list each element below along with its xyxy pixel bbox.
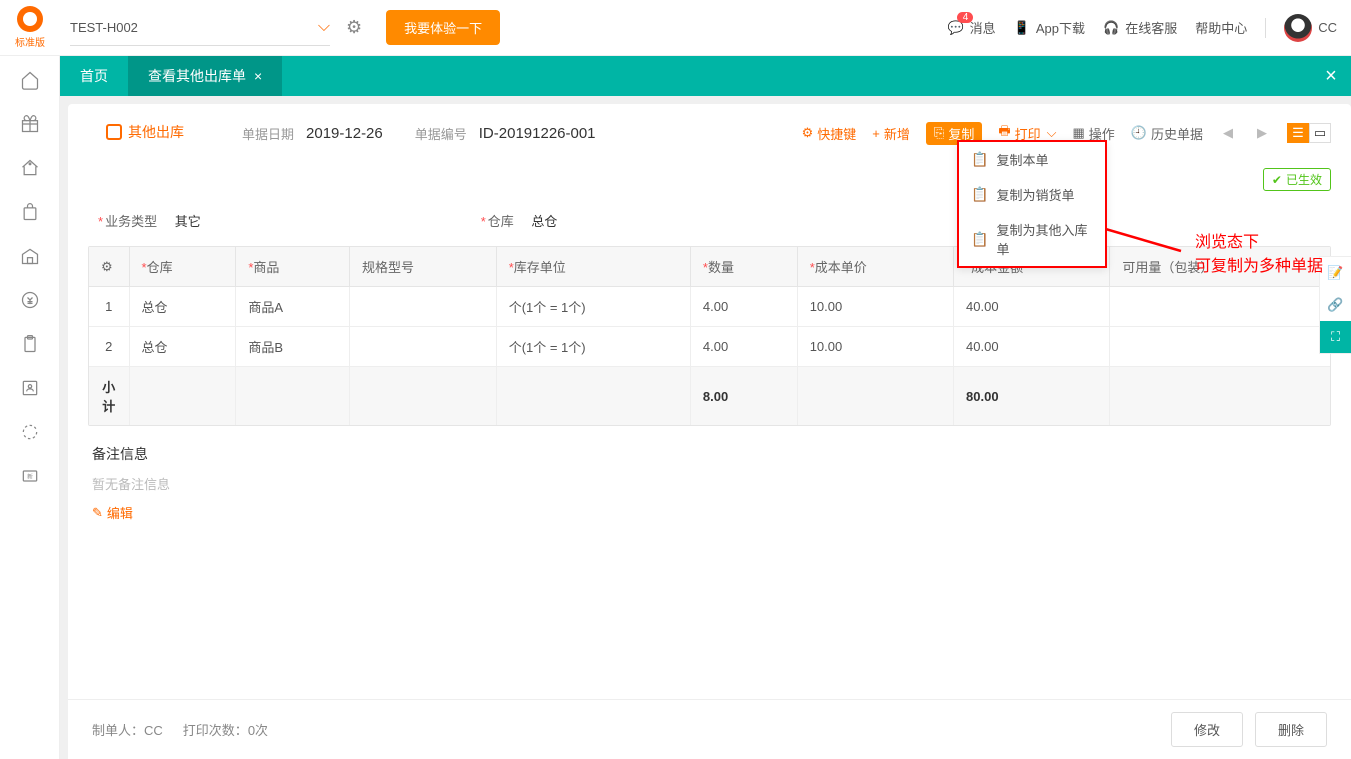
top-header: 标准版 TEST-H002 ⌵ ⚙ 我要体验一下 💬 消息 4 📱 App下载 … bbox=[0, 0, 1351, 56]
tabs-bar: 首页 查看其他出库单 × × bbox=[60, 56, 1351, 96]
link-icon[interactable]: 🔗 bbox=[1320, 289, 1351, 321]
col-unit: *库存单位 bbox=[496, 247, 690, 287]
copy-dropdown: 📋复制本单 📋复制为销货单 📋复制为其他入库单 bbox=[957, 140, 1107, 268]
col-warehouse: *仓库 bbox=[129, 247, 236, 287]
money-icon[interactable] bbox=[20, 290, 40, 310]
close-icon[interactable]: × bbox=[254, 68, 262, 84]
modify-button[interactable]: 修改 bbox=[1171, 712, 1243, 747]
date-label: 单据日期 bbox=[242, 124, 294, 143]
headset-icon: 🎧 bbox=[1103, 20, 1119, 36]
tab-home[interactable]: 首页 bbox=[60, 56, 128, 96]
doc-header: 其他出库 单据日期 2019-12-26 单据编号 ID-20191226-00… bbox=[68, 104, 1351, 154]
id-label: 单据编号 bbox=[415, 124, 467, 143]
doc-icon bbox=[106, 124, 122, 140]
subtotal-row: 小计 8.00 80.00 bbox=[89, 367, 1330, 426]
col-cost-price: *成本单价 bbox=[797, 247, 953, 287]
close-all-tabs[interactable]: × bbox=[1311, 56, 1351, 96]
warehouse-icon[interactable] bbox=[20, 246, 40, 266]
doc-icon: 📋 bbox=[971, 186, 988, 203]
next-arrow-icon[interactable]: ▶ bbox=[1253, 125, 1271, 141]
company-name: TEST-H002 bbox=[70, 20, 138, 35]
settings-icon[interactable]: ⚙ bbox=[346, 17, 362, 38]
house-icon[interactable] bbox=[20, 158, 40, 178]
home-icon[interactable] bbox=[20, 70, 40, 90]
contact-icon[interactable] bbox=[20, 378, 40, 398]
logo-text: 标准版 bbox=[0, 34, 60, 49]
remarks-section: 备注信息 暂无备注信息 ✎ 编辑 bbox=[68, 426, 1351, 540]
avatar bbox=[1284, 14, 1312, 42]
col-available: 可用量（包装） bbox=[1110, 247, 1330, 287]
date-value: 2019-12-26 bbox=[306, 125, 383, 142]
col-spec: 规格型号 bbox=[349, 247, 496, 287]
logo-icon bbox=[17, 6, 43, 32]
id-value: ID-20191226-001 bbox=[479, 125, 596, 142]
logo[interactable]: 标准版 bbox=[0, 6, 60, 49]
online-service-link[interactable]: 🎧 在线客服 bbox=[1103, 18, 1177, 37]
edit-remarks-link[interactable]: ✎ 编辑 bbox=[92, 503, 1327, 522]
col-product: *商品 bbox=[236, 247, 350, 287]
chevron-down-icon: ⌵ bbox=[318, 18, 330, 36]
svg-text:新: 新 bbox=[27, 473, 33, 481]
new-icon[interactable]: 新 bbox=[20, 466, 40, 486]
edit-icon: ✎ bbox=[92, 505, 103, 521]
refresh-icon[interactable] bbox=[20, 422, 40, 442]
warehouse-field: *仓库 总仓 bbox=[481, 211, 558, 230]
clipboard-icon[interactable] bbox=[20, 334, 40, 354]
remarks-placeholder: 暂无备注信息 bbox=[92, 474, 1327, 493]
doc-title-tab[interactable]: 其他出库 bbox=[88, 112, 202, 154]
copy-as-inbound[interactable]: 📋复制为其他入库单 bbox=[959, 212, 1105, 266]
status-badge: ✔ 已生效 bbox=[1263, 168, 1331, 191]
history-icon: 🕘 bbox=[1131, 125, 1147, 141]
right-float-bar: 📝 🔗 ⛶ bbox=[1319, 256, 1351, 354]
experience-button[interactable]: 我要体验一下 bbox=[386, 10, 500, 45]
user-menu[interactable]: CC bbox=[1284, 14, 1337, 42]
row-settings-header[interactable]: ⚙ bbox=[89, 247, 129, 287]
company-select[interactable]: TEST-H002 ⌵ bbox=[70, 10, 330, 46]
gear-icon: ⚙ bbox=[802, 125, 814, 141]
note-icon[interactable]: 📝 bbox=[1320, 257, 1351, 289]
bag-icon[interactable] bbox=[20, 202, 40, 222]
doc-icon: 📋 bbox=[971, 151, 988, 168]
doc-icon: 📋 bbox=[971, 231, 988, 248]
plus-icon: + bbox=[872, 126, 880, 141]
app-download-link[interactable]: 📱 App下载 bbox=[1014, 18, 1085, 37]
copy-this-doc[interactable]: 📋复制本单 bbox=[959, 142, 1105, 177]
messages-link[interactable]: 💬 消息 4 bbox=[947, 18, 995, 37]
card-view-toggle[interactable]: ▭ bbox=[1309, 123, 1331, 143]
content-area: 首页 查看其他出库单 × × 其他出库 单据日期 2019-12-26 bbox=[60, 56, 1351, 759]
shortcut-action[interactable]: ⚙快捷键 bbox=[802, 124, 857, 143]
chevron-down-icon: ⌵ bbox=[1047, 125, 1057, 141]
data-table: ⚙ *仓库 *商品 规格型号 *库存单位 *数量 *成本单价 *成本金额 可用量… bbox=[88, 246, 1331, 426]
add-action[interactable]: +新增 bbox=[872, 124, 910, 143]
col-qty: *数量 bbox=[690, 247, 797, 287]
expand-icon[interactable]: ⛶ bbox=[1320, 321, 1351, 353]
message-badge: 4 bbox=[957, 12, 973, 23]
grid-icon: ▦ bbox=[1072, 125, 1084, 141]
history-action[interactable]: 🕘历史单据 bbox=[1131, 124, 1203, 143]
copy-as-sales[interactable]: 📋复制为销货单 bbox=[959, 177, 1105, 212]
table-row[interactable]: 2 总仓 商品B 个(1个 = 1个) 4.00 10.00 40.00 bbox=[89, 327, 1330, 367]
biz-type-field: *业务类型 其它 bbox=[98, 211, 201, 230]
prev-arrow-icon[interactable]: ◀ bbox=[1219, 125, 1237, 141]
creator-info: 制单人：CC bbox=[92, 720, 163, 739]
left-sidebar: 新 bbox=[0, 56, 60, 759]
help-center-link[interactable]: 帮助中心 bbox=[1195, 18, 1247, 37]
form-row: *业务类型 其它 *仓库 总仓 bbox=[68, 191, 1351, 246]
copy-icon: ⎘ bbox=[934, 125, 944, 141]
table-row[interactable]: 1 总仓 商品A 个(1个 = 1个) 4.00 10.00 40.00 bbox=[89, 287, 1330, 327]
tab-view-outbound[interactable]: 查看其他出库单 × bbox=[128, 56, 282, 96]
list-view-toggle[interactable]: ☰ bbox=[1287, 123, 1309, 143]
check-icon: ✔ bbox=[1272, 173, 1282, 187]
phone-icon: 📱 bbox=[1014, 20, 1030, 36]
divider bbox=[1265, 18, 1266, 38]
remarks-title: 备注信息 bbox=[92, 444, 1327, 464]
document-card: 其他出库 单据日期 2019-12-26 单据编号 ID-20191226-00… bbox=[68, 104, 1351, 759]
print-count-info: 打印次数：0次 bbox=[183, 720, 268, 739]
gift-icon[interactable] bbox=[20, 114, 40, 134]
delete-button[interactable]: 删除 bbox=[1255, 712, 1327, 747]
doc-footer: 制单人：CC 打印次数：0次 修改 删除 bbox=[68, 699, 1351, 759]
